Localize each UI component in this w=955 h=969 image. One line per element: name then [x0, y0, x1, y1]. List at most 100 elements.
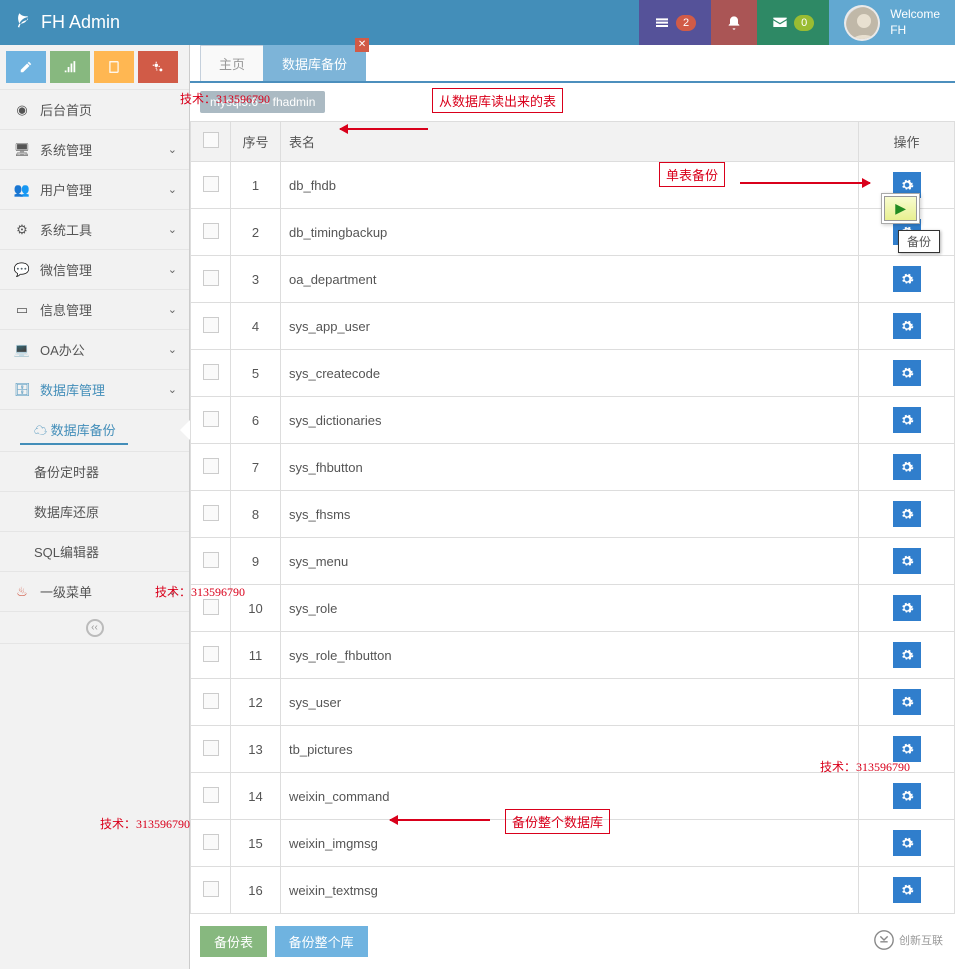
- gear-icon: [900, 554, 914, 568]
- close-icon[interactable]: ✕: [355, 38, 369, 52]
- row-action-button[interactable]: [893, 501, 921, 527]
- col-ops: 操作: [859, 122, 955, 162]
- checkbox[interactable]: [203, 834, 219, 850]
- nav-system-tools[interactable]: ⚙系统工具⌄: [0, 210, 189, 250]
- nav-sub-db-backup[interactable]: ☁ 数据库备份: [20, 410, 128, 445]
- brand-text: FH Admin: [41, 12, 120, 33]
- backup-popup[interactable]: ▶: [881, 193, 920, 224]
- row-action-button[interactable]: [893, 548, 921, 574]
- checkbox[interactable]: [203, 364, 219, 380]
- tab-db-backup[interactable]: 数据库备份✕: [263, 45, 366, 81]
- row-action-button[interactable]: [893, 689, 921, 715]
- table-row: 5 sys_createcode: [191, 350, 955, 397]
- arrow: [390, 819, 490, 821]
- cell-name: oa_department: [281, 256, 859, 303]
- checkbox[interactable]: [203, 599, 219, 615]
- checkbox[interactable]: [203, 787, 219, 803]
- cell-seq: 5: [231, 350, 281, 397]
- gear-icon: [900, 507, 914, 521]
- row-action-button[interactable]: [893, 595, 921, 621]
- checkbox[interactable]: [203, 740, 219, 756]
- table-row: 4 sys_app_user: [191, 303, 955, 350]
- cell-seq: 9: [231, 538, 281, 585]
- checkbox[interactable]: [203, 317, 219, 333]
- table-row: 8 sys_fhsms: [191, 491, 955, 538]
- table-row: 12 sys_user: [191, 679, 955, 726]
- row-action-button[interactable]: [893, 877, 921, 903]
- arrow: [740, 182, 870, 184]
- corp-logo: 创新互联: [873, 929, 943, 951]
- checkbox[interactable]: [203, 552, 219, 568]
- welcome-text: Welcome FH: [890, 7, 940, 38]
- brand[interactable]: FH Admin: [0, 11, 135, 34]
- nav-database-manage[interactable]: 🗄数据库管理⌄: [0, 370, 189, 410]
- row-action-button[interactable]: [893, 266, 921, 292]
- backup-table-button[interactable]: 备份表: [200, 926, 267, 957]
- row-action-button[interactable]: [893, 830, 921, 856]
- row-action-button[interactable]: [893, 642, 921, 668]
- chevron-down-icon: ⌄: [168, 263, 177, 276]
- gear-icon: [900, 695, 914, 709]
- envelope-icon: [772, 15, 788, 31]
- nav-user-manage[interactable]: 👥用户管理⌄: [0, 170, 189, 210]
- checkbox[interactable]: [203, 176, 219, 192]
- checkbox[interactable]: [203, 223, 219, 239]
- gear-icon: [900, 836, 914, 850]
- cell-seq: 13: [231, 726, 281, 773]
- cell-name: sys_createcode: [281, 350, 859, 397]
- checkbox[interactable]: [203, 411, 219, 427]
- gear-icon: [900, 648, 914, 662]
- cell-name: db_fhdb: [281, 162, 859, 209]
- nav-oa[interactable]: 💻OA办公⌄: [0, 330, 189, 370]
- mail-button[interactable]: 0: [757, 0, 829, 45]
- checkbox[interactable]: [203, 505, 219, 521]
- leaf-icon: [15, 11, 33, 34]
- book-button[interactable]: [94, 51, 134, 83]
- tab-home[interactable]: 主页: [200, 45, 264, 81]
- user-menu[interactable]: Welcome FH: [829, 0, 955, 45]
- checkbox[interactable]: [203, 458, 219, 474]
- backup-db-button[interactable]: 备份整个库: [275, 926, 368, 957]
- checkbox[interactable]: [203, 646, 219, 662]
- row-action-button[interactable]: [893, 454, 921, 480]
- tasks-button[interactable]: 2: [639, 0, 711, 45]
- notifications-button[interactable]: [711, 0, 757, 45]
- row-action-button[interactable]: [893, 407, 921, 433]
- checkbox[interactable]: [203, 270, 219, 286]
- gear-icon: [900, 601, 914, 615]
- table-row: 2 db_timingbackup: [191, 209, 955, 256]
- nav-sub-sql-editor[interactable]: SQL编辑器: [0, 532, 189, 572]
- gear-icon: [900, 366, 914, 380]
- sidebar-collapse[interactable]: ‹‹: [0, 612, 189, 644]
- nav-info-manage[interactable]: ▭信息管理⌄: [0, 290, 189, 330]
- stats-button[interactable]: [50, 51, 90, 83]
- callout-single-backup: 单表备份: [659, 162, 725, 187]
- sidebar-toolbar: [0, 45, 189, 90]
- gear-icon: [900, 883, 914, 897]
- row-action-button[interactable]: [893, 783, 921, 809]
- cell-name: sys_app_user: [281, 303, 859, 350]
- checkbox[interactable]: [203, 693, 219, 709]
- checkbox-all[interactable]: [203, 132, 219, 148]
- nav-sub-backup-timer[interactable]: 备份定时器: [0, 452, 189, 492]
- nav-dashboard[interactable]: ◉后台首页: [0, 90, 189, 130]
- checkbox[interactable]: [203, 881, 219, 897]
- table-row: 1 db_fhdb: [191, 162, 955, 209]
- cogs-icon: [151, 60, 165, 74]
- edit-button[interactable]: [6, 51, 46, 83]
- nav-sub-db-restore[interactable]: 数据库还原: [0, 492, 189, 532]
- cell-name: sys_fhsms: [281, 491, 859, 538]
- bell-icon: [726, 15, 742, 31]
- row-action-button[interactable]: [893, 360, 921, 386]
- nav-system-manage[interactable]: 🖥系统管理⌄: [0, 130, 189, 170]
- gear-icon: [900, 272, 914, 286]
- arrow: [340, 128, 428, 130]
- nav-wechat-manage[interactable]: 💬微信管理⌄: [0, 250, 189, 290]
- cell-seq: 8: [231, 491, 281, 538]
- row-action-button[interactable]: [893, 313, 921, 339]
- chevron-down-icon: ⌄: [168, 143, 177, 156]
- tabs: 主页 数据库备份✕: [190, 45, 955, 82]
- table-row: 3 oa_department: [191, 256, 955, 303]
- cogs-button[interactable]: [138, 51, 178, 83]
- gear-icon: [900, 460, 914, 474]
